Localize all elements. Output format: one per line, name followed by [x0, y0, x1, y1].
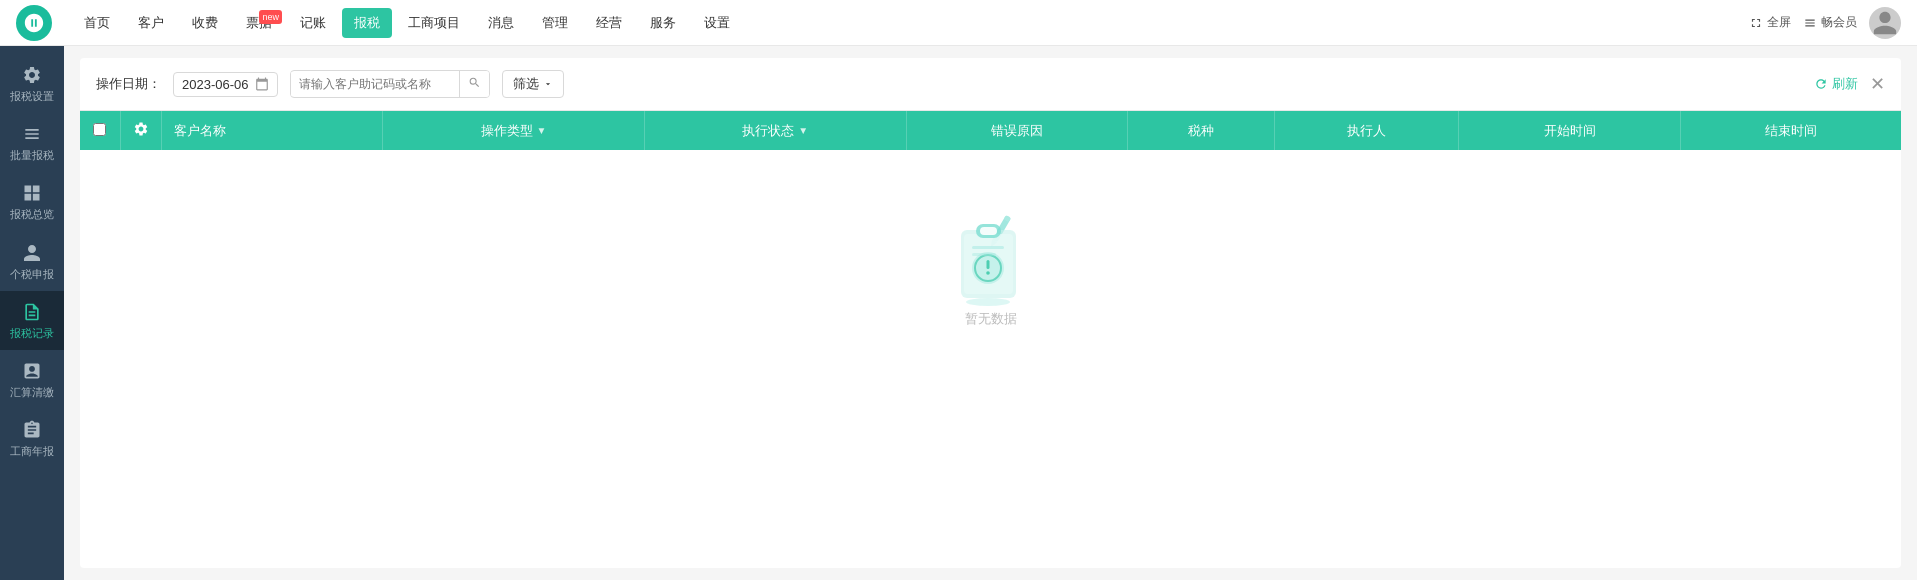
nav-item-收费[interactable]: 收费 [180, 8, 230, 38]
date-picker[interactable]: 2023-06-06 [173, 72, 278, 97]
sidebar-label-报税记录: 报税记录 [10, 327, 54, 340]
calculate-icon [21, 360, 43, 382]
settings-icon [21, 64, 43, 86]
sidebar-item-个税申报[interactable]: 个税申报 [0, 232, 64, 291]
svg-rect-6 [980, 227, 997, 235]
main-layout: 报税设置批量报税报税总览个税申报报税记录汇算清缴工商年报 操作日期： 2023-… [0, 46, 1917, 580]
sidebar: 报税设置批量报税报税总览个税申报报税记录汇算清缴工商年报 [0, 46, 64, 580]
table-container: 客户名称 操作类型 ▼ 执行状 [80, 111, 1901, 568]
refresh-button[interactable]: 刷新 [1814, 75, 1858, 93]
overview-icon [21, 182, 43, 204]
svg-rect-11 [972, 246, 1004, 249]
svg-rect-9 [986, 260, 989, 269]
sidebar-item-批量报税[interactable]: 批量报税 [0, 113, 64, 172]
search-input[interactable] [291, 72, 459, 96]
empty-illustration [946, 210, 1036, 310]
empty-state-row: 暂无数据 [80, 150, 1901, 388]
sidebar-label-汇算清缴: 汇算清缴 [10, 386, 54, 399]
sidebar-item-报税记录[interactable]: 报税记录 [0, 291, 64, 350]
member-label: 畅会员 [1821, 14, 1857, 31]
nav-item-报税[interactable]: 报税 [342, 8, 392, 38]
client-name-header: 客户名称 [161, 111, 383, 150]
nav-item-消息[interactable]: 消息 [476, 8, 526, 38]
svg-rect-12 [972, 253, 996, 256]
nav-item-工商项目[interactable]: 工商项目 [396, 8, 472, 38]
error-reason-label: 错误原因 [991, 123, 1043, 138]
person-icon [21, 242, 43, 264]
op-type-filter-icon: ▼ [537, 125, 547, 136]
fullscreen-label: 全屏 [1767, 14, 1791, 31]
sidebar-item-报税总览[interactable]: 报税总览 [0, 172, 64, 231]
user-avatar[interactable] [1869, 7, 1901, 39]
nav-item-客户[interactable]: 客户 [126, 8, 176, 38]
end-time-header: 结束时间 [1681, 111, 1901, 150]
filter-label: 筛选 [513, 75, 539, 93]
select-all-checkbox[interactable] [93, 123, 106, 136]
sidebar-item-报税设置[interactable]: 报税设置 [0, 54, 64, 113]
nav-item-记账[interactable]: 记账 [288, 8, 338, 38]
member-button[interactable]: 畅会员 [1803, 14, 1857, 31]
op-type-header[interactable]: 操作类型 ▼ [383, 111, 645, 150]
nav-item-经营[interactable]: 经营 [584, 8, 634, 38]
nav-menu: 首页客户收费票据new记账报税工商项目消息管理经营服务设置 [72, 8, 1749, 38]
tax-type-label: 税种 [1188, 123, 1214, 138]
empty-state: 暂无数据 [80, 150, 1901, 388]
start-time-header: 开始时间 [1459, 111, 1681, 150]
svg-point-13 [966, 298, 1010, 306]
nav-badge-票据: new [259, 10, 282, 24]
nav-item-管理[interactable]: 管理 [530, 8, 580, 38]
search-button[interactable] [459, 71, 489, 97]
sidebar-item-汇算清缴[interactable]: 汇算清缴 [0, 350, 64, 409]
settings-header[interactable] [120, 111, 161, 150]
filter-button[interactable]: 筛选 [502, 70, 564, 98]
toolbar-right: 刷新 ✕ [1814, 73, 1885, 95]
nav-item-服务[interactable]: 服务 [638, 8, 688, 38]
nav-item-设置[interactable]: 设置 [692, 8, 742, 38]
batch-icon [21, 123, 43, 145]
refresh-label: 刷新 [1832, 75, 1858, 93]
fullscreen-button[interactable]: 全屏 [1749, 14, 1791, 31]
top-navigation: 首页客户收费票据new记账报税工商项目消息管理经营服务设置 全屏 畅会员 [0, 0, 1917, 46]
nav-item-首页[interactable]: 首页 [72, 8, 122, 38]
svg-point-10 [986, 271, 990, 275]
sidebar-label-报税设置: 报税设置 [10, 90, 54, 103]
date-value: 2023-06-06 [182, 77, 249, 92]
annual-icon [21, 419, 43, 441]
sidebar-label-批量报税: 批量报税 [10, 149, 54, 162]
exec-status-filter-icon: ▼ [798, 125, 808, 136]
client-name-label: 客户名称 [174, 123, 226, 138]
start-time-label: 开始时间 [1544, 123, 1596, 138]
table-header-row: 客户名称 操作类型 ▼ 执行状 [80, 111, 1901, 150]
sidebar-item-工商年报[interactable]: 工商年报 [0, 409, 64, 468]
record-icon [21, 301, 43, 323]
content-area: 操作日期： 2023-06-06 筛选 [64, 46, 1917, 580]
data-table: 客户名称 操作类型 ▼ 执行状 [80, 111, 1901, 388]
tax-type-header: 税种 [1128, 111, 1275, 150]
sidebar-label-个税申报: 个税申报 [10, 268, 54, 281]
exec-status-header[interactable]: 执行状态 ▼ [644, 111, 906, 150]
search-box [290, 70, 490, 98]
content-panel: 操作日期： 2023-06-06 筛选 [80, 58, 1901, 568]
executor-label: 执行人 [1347, 123, 1386, 138]
exec-status-label: 执行状态 [742, 122, 794, 140]
nav-item-票据[interactable]: 票据new [234, 8, 284, 38]
toolbar: 操作日期： 2023-06-06 筛选 [80, 58, 1901, 111]
end-time-label: 结束时间 [1765, 123, 1817, 138]
sidebar-label-报税总览: 报税总览 [10, 208, 54, 221]
executor-header: 执行人 [1275, 111, 1459, 150]
main-content: 操作日期： 2023-06-06 筛选 [64, 46, 1917, 580]
nav-right-area: 全屏 畅会员 [1749, 7, 1901, 39]
date-label: 操作日期： [96, 75, 161, 93]
op-type-label: 操作类型 [481, 122, 533, 140]
empty-text: 暂无数据 [965, 310, 1017, 328]
sidebar-label-工商年报: 工商年报 [10, 445, 54, 458]
select-all-header [80, 111, 120, 150]
error-reason-header: 错误原因 [906, 111, 1128, 150]
app-logo[interactable] [16, 5, 52, 41]
close-button[interactable]: ✕ [1870, 73, 1885, 95]
